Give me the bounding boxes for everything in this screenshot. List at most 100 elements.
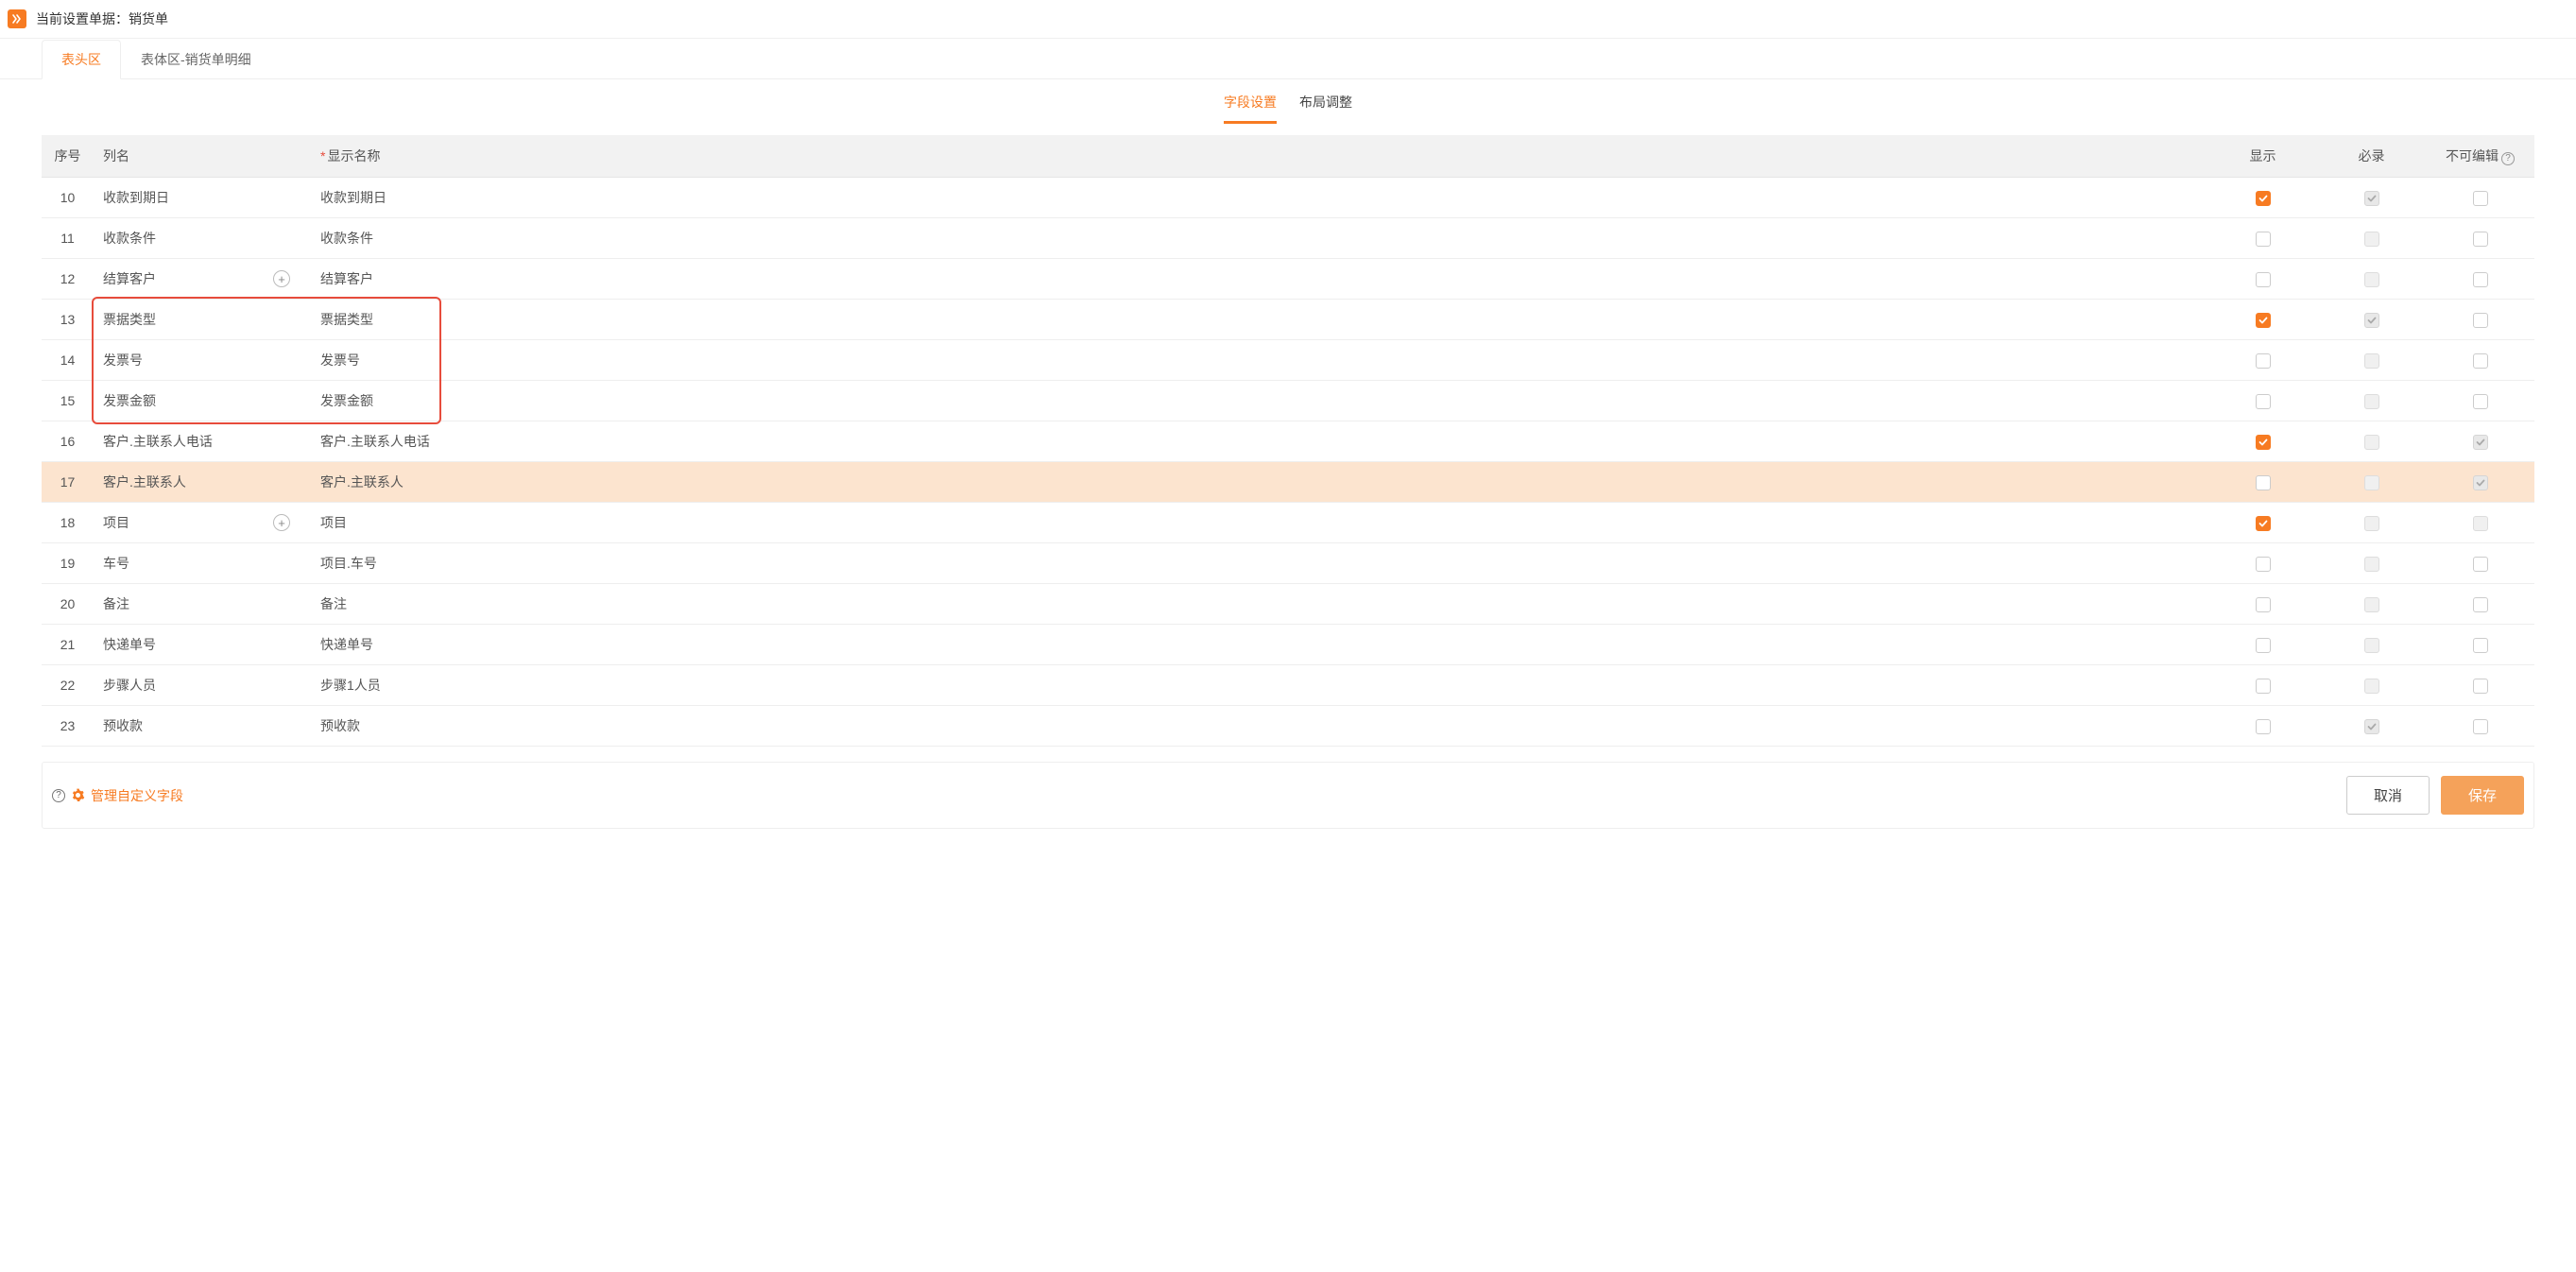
row-display[interactable]: 收款到期日 [311,178,2208,218]
row-required-cell [2317,706,2426,747]
row-required-cell [2317,381,2426,421]
row-required-cell [2317,218,2426,259]
row-seq: 17 [42,462,94,503]
row-display[interactable]: 步骤1人员 [311,665,2208,706]
show-checkbox[interactable] [2256,353,2271,369]
show-checkbox[interactable] [2256,272,2271,287]
row-readonly-cell [2426,300,2534,340]
table-row[interactable]: 13票据类型票据类型 [42,300,2534,340]
required-checkbox [2364,394,2379,409]
row-display[interactable]: 客户.主联系人 [311,462,2208,503]
readonly-checkbox[interactable] [2473,719,2488,734]
tab-0[interactable]: 表头区 [42,40,121,79]
row-display[interactable]: 发票号 [311,340,2208,381]
col-readonly: 不可编辑? [2426,135,2534,178]
row-seq: 23 [42,706,94,747]
cancel-button[interactable]: 取消 [2346,776,2430,815]
show-checkbox[interactable] [2256,597,2271,612]
row-seq: 18 [42,503,94,543]
readonly-checkbox[interactable] [2473,232,2488,247]
col-seq: 序号 [42,135,94,178]
readonly-checkbox[interactable] [2473,597,2488,612]
row-display[interactable]: 项目.车号 [311,543,2208,584]
row-readonly-cell [2426,381,2534,421]
readonly-checkbox[interactable] [2473,679,2488,694]
tab-1[interactable]: 表体区-销货单明细 [121,40,271,79]
table-row[interactable]: 22 步骤人员 步骤1人员 [42,665,2534,706]
row-display[interactable]: 结算客户 [311,259,2208,300]
help-icon[interactable]: ? [2501,152,2515,165]
show-checkbox[interactable] [2256,516,2271,531]
show-checkbox[interactable] [2256,435,2271,450]
row-name: 客户.主联系人电话 [103,432,213,451]
row-name-cell: 客户.主联系人电话 [94,421,311,462]
readonly-checkbox[interactable] [2473,272,2488,287]
save-button[interactable]: 保存 [2441,776,2524,815]
sub-tab-0[interactable]: 字段设置 [1224,93,1277,124]
show-checkbox[interactable] [2256,475,2271,490]
header-bar: 当前设置单据：销货单 [0,0,2576,39]
row-display[interactable]: 项目 [311,503,2208,543]
row-display[interactable]: 客户.主联系人电话 [311,421,2208,462]
row-readonly-cell [2426,543,2534,584]
readonly-checkbox[interactable] [2473,394,2488,409]
table-row[interactable]: 14发票号发票号 [42,340,2534,381]
row-name: 预收款 [103,716,143,735]
table-row[interactable]: 19车号项目.车号 [42,543,2534,584]
required-checkbox [2364,475,2379,490]
row-display[interactable]: 预收款 [311,706,2208,747]
row-display[interactable]: 票据类型 [311,300,2208,340]
table-row[interactable]: 21快递单号快递单号 [42,625,2534,665]
sub-tab-1[interactable]: 布局调整 [1299,93,1352,124]
required-checkbox [2364,557,2379,572]
table-row[interactable]: 17客户.主联系人客户.主联系人 [42,462,2534,503]
row-display[interactable]: 快递单号 [311,625,2208,665]
row-show-cell [2208,584,2317,625]
readonly-checkbox[interactable] [2473,638,2488,653]
row-name-cell: 快递单号 [94,625,311,665]
table-row[interactable]: 18项目+项目 [42,503,2534,543]
readonly-checkbox [2473,475,2488,490]
table-row[interactable]: 20备注备注 [42,584,2534,625]
expand-plus-button[interactable]: + [273,514,290,531]
show-checkbox[interactable] [2256,191,2271,206]
row-show-cell [2208,543,2317,584]
expand-plus-button[interactable]: + [273,270,290,287]
table-row[interactable]: 16客户.主联系人电话客户.主联系人电话 [42,421,2534,462]
table-row[interactable]: 15发票金额发票金额 [42,381,2534,421]
sub-tabs: 字段设置布局调整 [0,79,2576,124]
readonly-checkbox[interactable] [2473,191,2488,206]
show-checkbox[interactable] [2256,638,2271,653]
row-seq: 22 [42,665,94,706]
row-required-cell [2317,462,2426,503]
table-row[interactable]: 11收款条件收款条件 [42,218,2534,259]
readonly-checkbox[interactable] [2473,313,2488,328]
row-name-cell: 结算客户+ [94,259,311,300]
readonly-checkbox[interactable] [2473,353,2488,369]
table-row[interactable]: 10收款到期日收款到期日 [42,178,2534,218]
show-checkbox[interactable] [2256,394,2271,409]
row-show-cell [2208,300,2317,340]
show-checkbox[interactable] [2256,679,2271,694]
table-row[interactable]: 12结算客户+结算客户 [42,259,2534,300]
collapse-button[interactable] [8,9,26,28]
show-checkbox[interactable] [2256,232,2271,247]
row-show-cell [2208,218,2317,259]
row-display[interactable]: 发票金额 [311,381,2208,421]
readonly-checkbox[interactable] [2473,557,2488,572]
show-checkbox[interactable] [2256,313,2271,328]
row-seq: 10 [42,178,94,218]
row-name: 步骤人员 [103,676,156,695]
col-readonly-label: 不可编辑 [2446,148,2499,163]
show-checkbox[interactable] [2256,719,2271,734]
row-readonly-cell [2426,340,2534,381]
table-row[interactable]: 23 预收款 预收款 [42,706,2534,747]
manage-custom-fields-link[interactable]: 管理自定义字段 [91,786,183,805]
col-required: 必录 [2317,135,2426,178]
row-display[interactable]: 备注 [311,584,2208,625]
row-display[interactable]: 收款条件 [311,218,2208,259]
show-checkbox[interactable] [2256,557,2271,572]
col-show: 显示 [2208,135,2317,178]
required-checkbox [2364,313,2379,328]
question-icon[interactable]: ? [52,789,65,802]
